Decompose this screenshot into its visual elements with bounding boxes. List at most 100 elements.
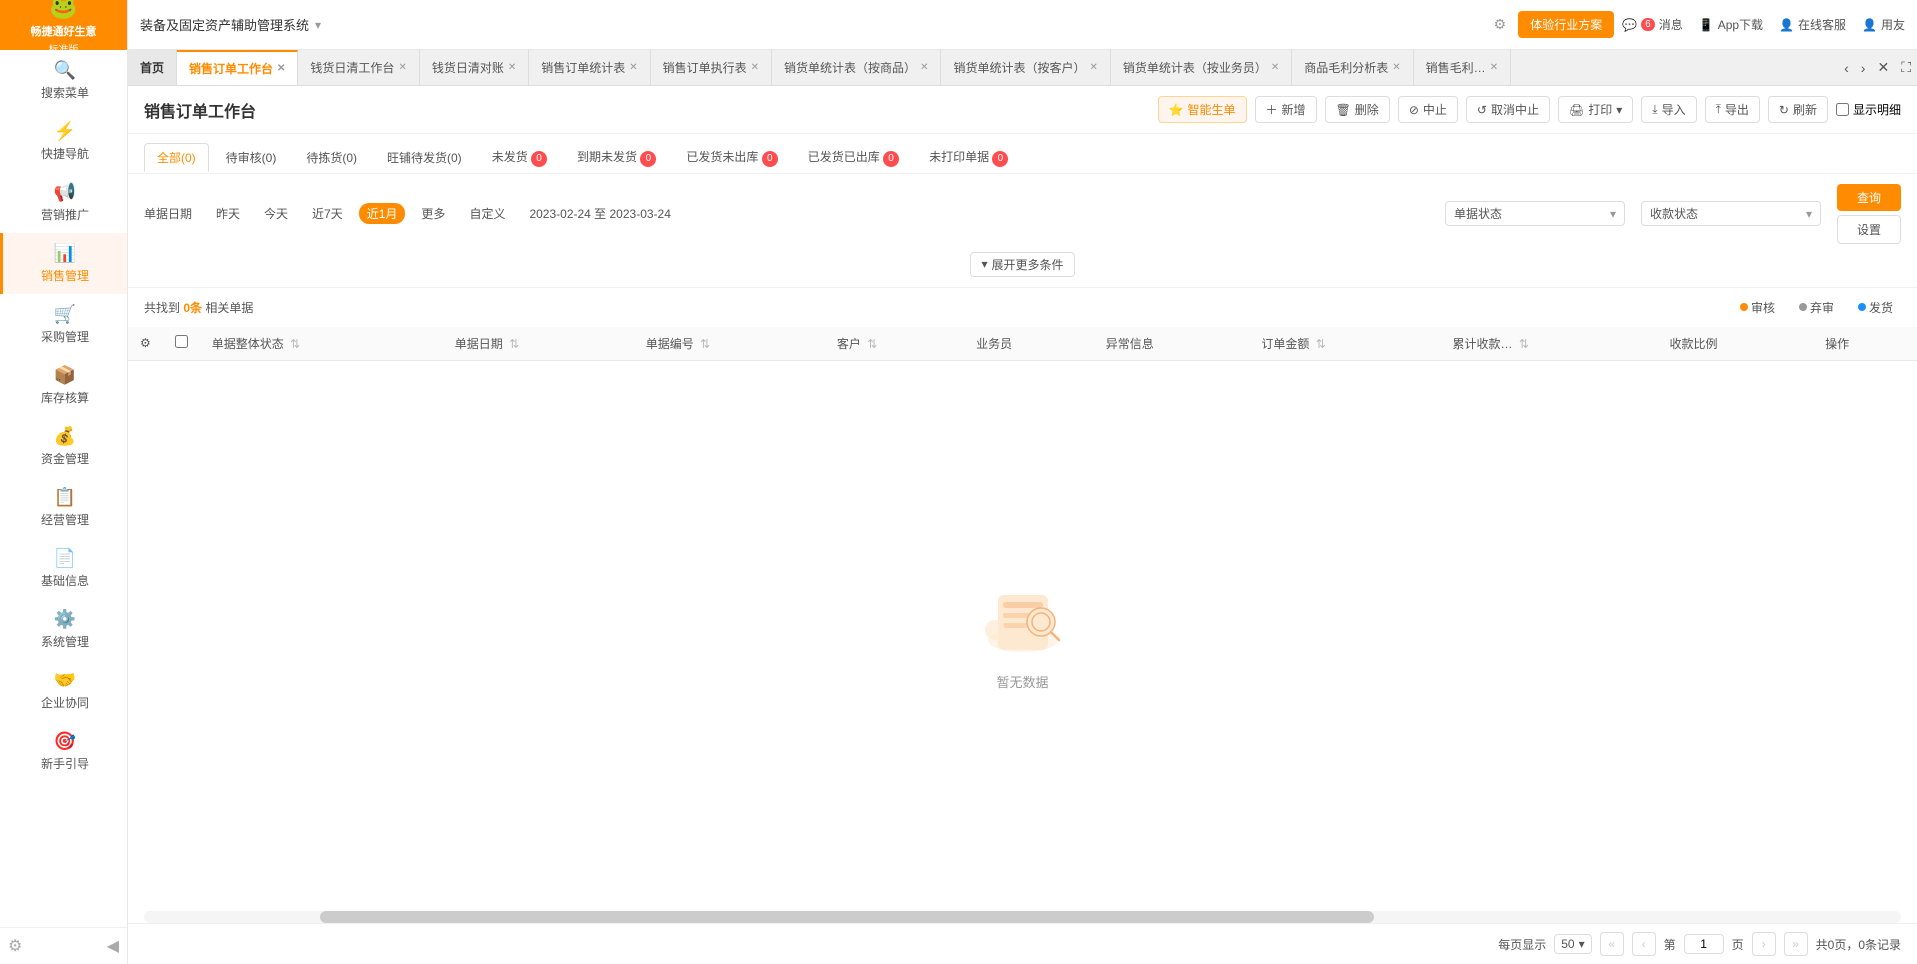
- sidebar-item-finance[interactable]: 💰 资金管理: [0, 416, 127, 477]
- col-amount-sort[interactable]: ⇅: [1316, 337, 1326, 351]
- show-detail-checkbox[interactable]: [1836, 103, 1849, 116]
- sidebar-collapse-btn[interactable]: ◀: [107, 936, 119, 956]
- date-today[interactable]: 今天: [256, 203, 296, 224]
- print-icon: 🖨: [1569, 103, 1584, 117]
- tab-ship-customer[interactable]: 销货单统计表（按客户） ✕: [941, 50, 1110, 86]
- sidebar-item-enterprise[interactable]: 🤝 企业协同: [0, 660, 127, 721]
- sub-tab-shipped-out[interactable]: 已发货已出库 0: [795, 142, 912, 173]
- sub-tab-pick[interactable]: 待拣货(0): [293, 143, 370, 172]
- tab-ship-product-close[interactable]: ✕: [920, 62, 928, 73]
- tab-sales-stats[interactable]: 销售订单统计表 ✕: [529, 50, 650, 86]
- message-btn[interactable]: 💬 6 消息: [1622, 16, 1683, 33]
- online-service-btn[interactable]: 👤 在线客服: [1779, 16, 1846, 33]
- first-page-btn[interactable]: «: [1600, 932, 1624, 956]
- tab-sales-margin[interactable]: 销售毛利… ✕: [1414, 50, 1511, 86]
- sub-tab-unprinted[interactable]: 未打印单据 0: [916, 142, 1021, 173]
- date-1month[interactable]: 近1月: [359, 203, 406, 224]
- sidebar-item-baseinfo[interactable]: 📄 基础信息: [0, 538, 127, 599]
- page-size-select[interactable]: 50 ▾: [1554, 934, 1591, 954]
- print-btn[interactable]: 🖨 打印 ▾: [1558, 96, 1633, 123]
- tab-close-all[interactable]: ✕: [1871, 59, 1895, 76]
- topbar-gear-icon[interactable]: ⚙: [1494, 16, 1507, 33]
- tab-sales-stats-close[interactable]: ✕: [629, 62, 637, 73]
- sub-tab-shipped-not-out[interactable]: 已发货未出库 0: [673, 142, 790, 173]
- sidebar-item-system[interactable]: ⚙️ 系统管理: [0, 599, 127, 660]
- select-all-checkbox[interactable]: [175, 335, 188, 348]
- sidebar-item-purchase[interactable]: 🛒 采购管理: [0, 294, 127, 355]
- refresh-btn[interactable]: ↻ 刷新: [1768, 96, 1828, 123]
- review-action-btn[interactable]: 审核: [1732, 296, 1783, 319]
- date-yesterday[interactable]: 昨天: [208, 203, 248, 224]
- tab-sales-exec-close[interactable]: ✕: [751, 62, 759, 73]
- tab-ship-salesman[interactable]: 销货单统计表（按业务员） ✕: [1111, 50, 1292, 86]
- tab-money-daily[interactable]: 钱货日清工作台 ✕: [298, 50, 419, 86]
- col-check[interactable]: [163, 327, 200, 361]
- sidebar-item-operations[interactable]: 📋 经营管理: [0, 477, 127, 538]
- import-btn[interactable]: ⤓ 导入: [1641, 96, 1696, 123]
- tab-margin-close[interactable]: ✕: [1392, 62, 1400, 73]
- tab-sales-margin-close[interactable]: ✕: [1490, 62, 1498, 73]
- tab-fullscreen[interactable]: ⛶: [1895, 59, 1917, 76]
- stop-btn[interactable]: ⊘ 中止: [1398, 96, 1458, 123]
- sidebar-settings-btn[interactable]: ⚙: [8, 936, 22, 956]
- tab-scroll-right[interactable]: ›: [1855, 60, 1872, 76]
- tab-sales-order[interactable]: 销售订单工作台 ✕: [177, 50, 298, 86]
- tab-money-daily-close[interactable]: ✕: [398, 62, 406, 73]
- sidebar-item-beginner[interactable]: 🎯 新手引导: [0, 721, 127, 782]
- industry-solution-btn[interactable]: 体验行业方案: [1518, 11, 1614, 38]
- tab-ship-product[interactable]: 销货单统计表（按商品） ✕: [772, 50, 941, 86]
- ship-action-btn[interactable]: 发货: [1850, 296, 1901, 319]
- next-page-btn[interactable]: ›: [1752, 932, 1776, 956]
- topbar-arrow-icon[interactable]: ▾: [315, 18, 321, 32]
- add-btn[interactable]: ＋ 新增: [1255, 96, 1317, 123]
- tab-reconcile-close[interactable]: ✕: [508, 62, 516, 73]
- app-download-btn[interactable]: 📱 App下载: [1699, 16, 1763, 33]
- date-more[interactable]: 更多: [413, 203, 453, 224]
- export-btn[interactable]: ⤒ 导出: [1705, 96, 1760, 123]
- tab-ship-customer-close[interactable]: ✕: [1089, 62, 1097, 73]
- col-date-sort[interactable]: ⇅: [509, 337, 519, 351]
- scrollbar-thumb[interactable]: [320, 911, 1374, 923]
- last-page-btn[interactable]: »: [1784, 932, 1808, 956]
- col-customer-sort[interactable]: ⇅: [867, 337, 877, 351]
- prev-page-btn[interactable]: ‹: [1632, 932, 1656, 956]
- tab-sales-order-close[interactable]: ✕: [277, 63, 285, 74]
- col-collected-sort[interactable]: ⇅: [1519, 337, 1529, 351]
- delete-btn[interactable]: 🗑 删除: [1325, 96, 1390, 123]
- cancel-stop-btn[interactable]: ↺ 取消中止: [1466, 96, 1550, 123]
- query-btn[interactable]: 查询: [1837, 184, 1901, 211]
- sub-tab-review[interactable]: 待审核(0): [213, 143, 290, 172]
- system-icon: ⚙️: [54, 609, 76, 630]
- show-detail-check[interactable]: 显示明细: [1836, 101, 1901, 118]
- col-number-sort[interactable]: ⇅: [700, 337, 710, 351]
- payment-filter[interactable]: 收款状态 ▾: [1641, 201, 1821, 226]
- status-filter-arrow: ▾: [1610, 207, 1616, 221]
- sidebar-item-search[interactable]: 🔍 搜索菜单: [0, 50, 127, 111]
- date-custom[interactable]: 自定义: [461, 203, 513, 224]
- tab-scroll-left[interactable]: ‹: [1838, 60, 1855, 76]
- sidebar-item-sales[interactable]: 📊 销售管理: [0, 233, 127, 294]
- smart-create-btn[interactable]: ⭐ 智能生单: [1158, 96, 1247, 123]
- sidebar-item-inventory[interactable]: 📦 库存核算: [0, 355, 127, 416]
- tab-reconcile[interactable]: 钱货日清对账 ✕: [420, 50, 529, 86]
- tab-sales-exec[interactable]: 销售订单执行表 ✕: [651, 50, 772, 86]
- col-settings[interactable]: ⚙: [128, 327, 163, 361]
- tab-ship-salesman-close[interactable]: ✕: [1271, 62, 1279, 73]
- sub-tab-expired[interactable]: 到期未发货 0: [564, 142, 669, 173]
- date-7days[interactable]: 近7天: [304, 203, 351, 224]
- status-filter[interactable]: 单据状态 ▾: [1445, 201, 1625, 226]
- user-btn[interactable]: 👤 用友: [1862, 16, 1905, 33]
- horizontal-scrollbar[interactable]: [144, 911, 1901, 923]
- set-btn[interactable]: 设置: [1837, 215, 1901, 244]
- page-number-input[interactable]: [1684, 934, 1724, 954]
- sub-tab-shop-ship[interactable]: 旺铺待发货(0): [374, 143, 475, 172]
- sub-tab-all[interactable]: 全部(0): [144, 143, 209, 172]
- tab-margin[interactable]: 商品毛利分析表 ✕: [1292, 50, 1413, 86]
- sub-tab-unshipped[interactable]: 未发货 0: [479, 142, 560, 173]
- col-status-sort[interactable]: ⇅: [290, 337, 300, 351]
- reject-action-btn[interactable]: 弃审: [1791, 296, 1842, 319]
- sidebar-item-quicknav[interactable]: ⚡ 快捷导航: [0, 111, 127, 172]
- tab-home[interactable]: 首页: [128, 50, 177, 86]
- expand-conditions-btn[interactable]: ▾ 展开更多条件: [970, 252, 1074, 277]
- sidebar-item-marketing[interactable]: 📢 营销推广: [0, 172, 127, 233]
